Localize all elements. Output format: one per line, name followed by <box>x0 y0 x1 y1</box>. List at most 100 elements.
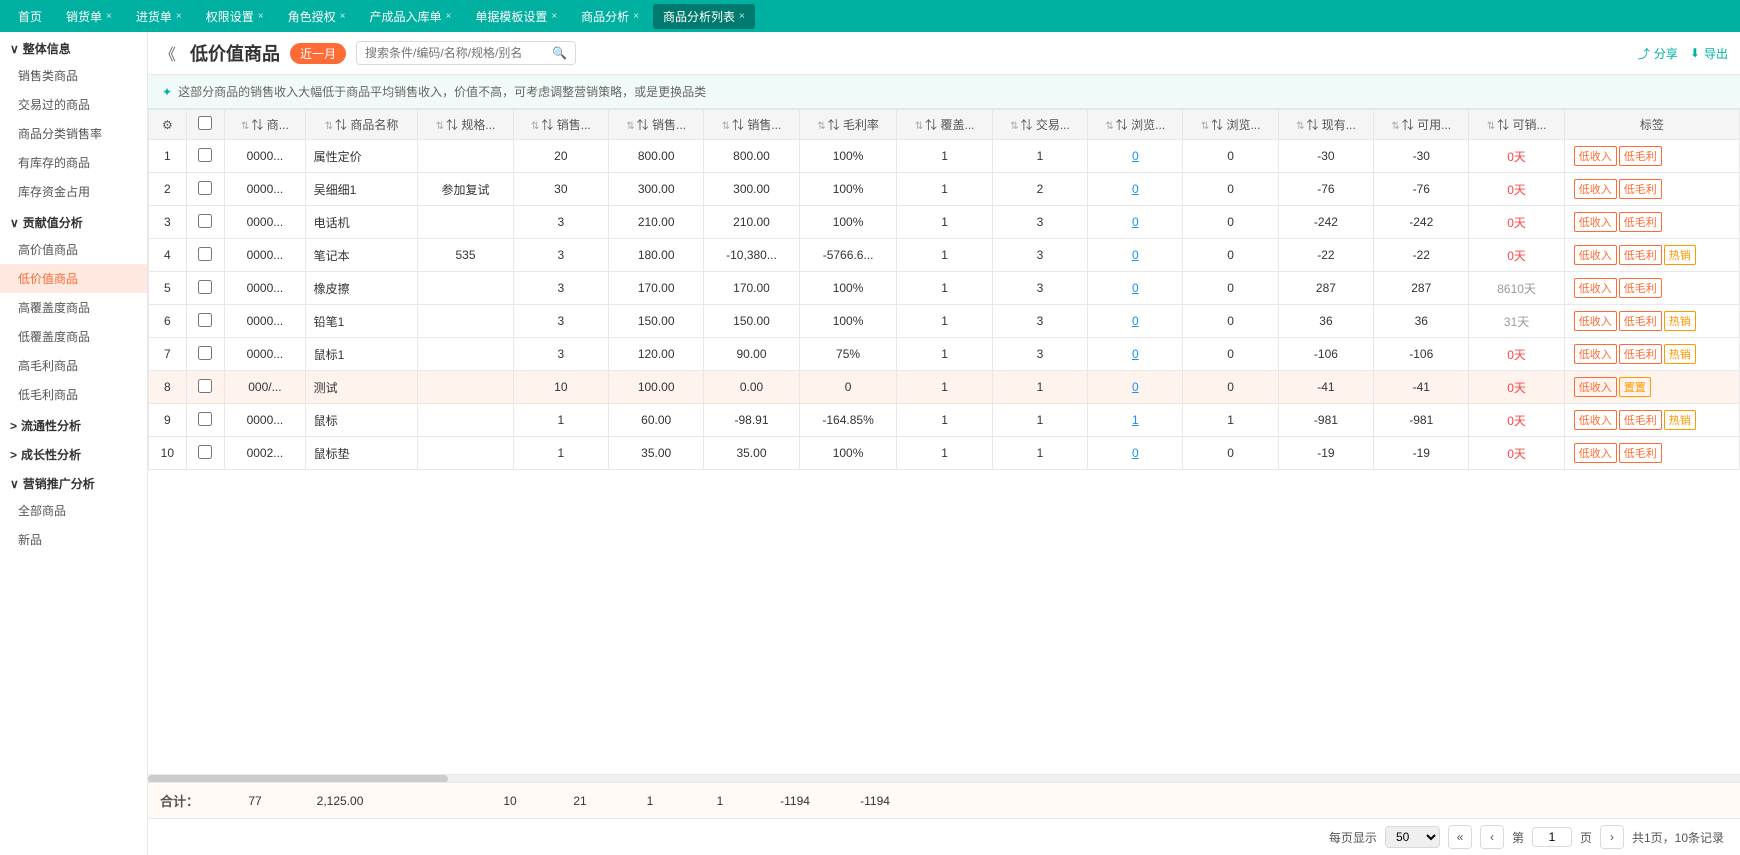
col-available[interactable]: ⇅ 可用... <box>1374 110 1469 140</box>
col-checkbox[interactable] <box>186 110 225 140</box>
nav-template[interactable]: 单据模板设置 × <box>465 4 567 29</box>
sidebar-item-high-coverage[interactable]: 高覆盖度商品 <box>0 293 147 322</box>
col-sale-price[interactable]: ⇅ 销售... <box>609 110 704 140</box>
view-count-link[interactable]: 0 <box>1132 446 1139 460</box>
next-page-button[interactable]: › <box>1600 825 1624 849</box>
row-select-checkbox[interactable] <box>198 148 212 162</box>
row-view1[interactable]: 0 <box>1088 437 1183 470</box>
sidebar-item-low-margin[interactable]: 低毛利商品 <box>0 380 147 409</box>
sidebar-item-sales-goods[interactable]: 销售类商品 <box>0 61 147 90</box>
sidebar-item-all-goods[interactable]: 全部商品 <box>0 496 147 525</box>
select-all-checkbox[interactable] <box>198 116 212 130</box>
row-select-checkbox[interactable] <box>198 445 212 459</box>
col-margin[interactable]: ⇅ 毛利率 <box>799 110 897 140</box>
per-page-select[interactable]: 50 100 <box>1385 826 1440 848</box>
view-count-link[interactable]: 0 <box>1132 314 1139 328</box>
nav-stock-in[interactable]: 产成品入库单 × <box>359 4 461 29</box>
nav-permissions[interactable]: 权限设置 × <box>196 4 274 29</box>
row-checkbox[interactable] <box>186 437 225 470</box>
close-icon[interactable]: × <box>739 11 745 22</box>
row-checkbox[interactable] <box>186 404 225 437</box>
time-filter-button[interactable]: 近一月 <box>290 43 346 64</box>
prev-page-button[interactable]: ‹ <box>1480 825 1504 849</box>
search-box[interactable]: 🔍 <box>356 41 576 65</box>
row-checkbox[interactable] <box>186 338 225 371</box>
close-icon[interactable]: × <box>106 11 112 22</box>
col-current[interactable]: ⇅ 现有... <box>1278 110 1373 140</box>
sidebar-section-growth[interactable]: > 成长性分析 <box>0 438 147 467</box>
row-view1[interactable]: 1 <box>1088 404 1183 437</box>
sidebar-item-high-value[interactable]: 高价值商品 <box>0 235 147 264</box>
close-icon[interactable]: × <box>176 11 182 22</box>
sidebar-item-low-value[interactable]: 低价值商品 <box>0 264 147 293</box>
page-number-input[interactable] <box>1532 827 1572 847</box>
sidebar-item-new-goods[interactable]: 新品 <box>0 525 147 554</box>
view-count-link[interactable]: 0 <box>1132 149 1139 163</box>
nav-roles[interactable]: 角色授权 × <box>278 4 356 29</box>
view-count-link[interactable]: 0 <box>1132 281 1139 295</box>
export-button[interactable]: ⬇ 导出 <box>1690 45 1728 62</box>
sidebar-section-circulation[interactable]: > 流通性分析 <box>0 409 147 438</box>
close-icon[interactable]: × <box>551 11 557 22</box>
col-view2[interactable]: ⇅ 浏览... <box>1183 110 1278 140</box>
row-select-checkbox[interactable] <box>198 412 212 426</box>
sidebar-item-low-coverage[interactable]: 低覆盖度商品 <box>0 322 147 351</box>
row-checkbox[interactable] <box>186 272 225 305</box>
view-count-link[interactable]: 0 <box>1132 380 1139 394</box>
collapse-sidebar-button[interactable]: 《 <box>160 41 176 65</box>
row-select-checkbox[interactable] <box>198 346 212 360</box>
row-view1[interactable]: 0 <box>1088 305 1183 338</box>
col-settings[interactable]: ⚙ <box>149 110 187 140</box>
col-sale-qty[interactable]: ⇅ 销售... <box>513 110 608 140</box>
view-count-link[interactable]: 0 <box>1132 215 1139 229</box>
nav-purchase[interactable]: 进货单 × <box>126 4 192 29</box>
row-checkbox[interactable] <box>186 140 225 173</box>
share-button[interactable]: ⤴ 分享 <box>1638 45 1678 62</box>
row-select-checkbox[interactable] <box>198 280 212 294</box>
nav-product-analysis-list[interactable]: 商品分析列表 × <box>653 4 755 29</box>
col-sellable[interactable]: ⇅ 可销... <box>1469 110 1564 140</box>
nav-product-analysis[interactable]: 商品分析 × <box>571 4 649 29</box>
sidebar-item-stocked-goods[interactable]: 有库存的商品 <box>0 148 147 177</box>
sidebar-item-high-margin[interactable]: 高毛利商品 <box>0 351 147 380</box>
sidebar-section-contribution[interactable]: ∨ 贡献值分析 <box>0 206 147 235</box>
row-select-checkbox[interactable] <box>198 379 212 393</box>
view-count-link[interactable]: 1 <box>1132 413 1139 427</box>
row-checkbox[interactable] <box>186 371 225 404</box>
sidebar-section-marketing[interactable]: ∨ 营销推广分析 <box>0 467 147 496</box>
row-checkbox[interactable] <box>186 206 225 239</box>
search-input[interactable] <box>365 46 548 60</box>
row-checkbox[interactable] <box>186 239 225 272</box>
nav-sales[interactable]: 销货单 × <box>56 4 122 29</box>
row-checkbox[interactable] <box>186 173 225 206</box>
row-select-checkbox[interactable] <box>198 214 212 228</box>
row-view1[interactable]: 0 <box>1088 140 1183 173</box>
col-spec[interactable]: ⇅ 规格... <box>418 110 513 140</box>
nav-home[interactable]: 首页 <box>8 4 52 29</box>
row-view1[interactable]: 0 <box>1088 173 1183 206</box>
row-view1[interactable]: 0 <box>1088 239 1183 272</box>
row-view1[interactable]: 0 <box>1088 206 1183 239</box>
close-icon[interactable]: × <box>633 11 639 22</box>
col-coverage[interactable]: ⇅ 覆盖... <box>897 110 992 140</box>
view-count-link[interactable]: 0 <box>1132 248 1139 262</box>
col-sale-amount[interactable]: ⇅ 销售... <box>704 110 799 140</box>
sidebar-item-category-sales[interactable]: 商品分类销售率 <box>0 119 147 148</box>
row-view1[interactable]: 0 <box>1088 371 1183 404</box>
view-count-link[interactable]: 0 <box>1132 347 1139 361</box>
col-name[interactable]: ⇅ 商品名称 <box>305 110 418 140</box>
row-select-checkbox[interactable] <box>198 313 212 327</box>
row-select-checkbox[interactable] <box>198 181 212 195</box>
close-icon[interactable]: × <box>258 11 264 22</box>
row-view1[interactable]: 0 <box>1088 338 1183 371</box>
view-count-link[interactable]: 0 <box>1132 182 1139 196</box>
row-select-checkbox[interactable] <box>198 247 212 261</box>
close-icon[interactable]: × <box>340 11 346 22</box>
search-icon[interactable]: 🔍 <box>552 46 567 60</box>
col-trade[interactable]: ⇅ 交易... <box>992 110 1087 140</box>
row-view1[interactable]: 0 <box>1088 272 1183 305</box>
sidebar-item-stock-funds[interactable]: 库存资金占用 <box>0 177 147 206</box>
sidebar-item-traded-goods[interactable]: 交易过的商品 <box>0 90 147 119</box>
settings-icon[interactable]: ⚙ <box>162 118 173 132</box>
sidebar-section-overall[interactable]: ∨ 整体信息 <box>0 32 147 61</box>
